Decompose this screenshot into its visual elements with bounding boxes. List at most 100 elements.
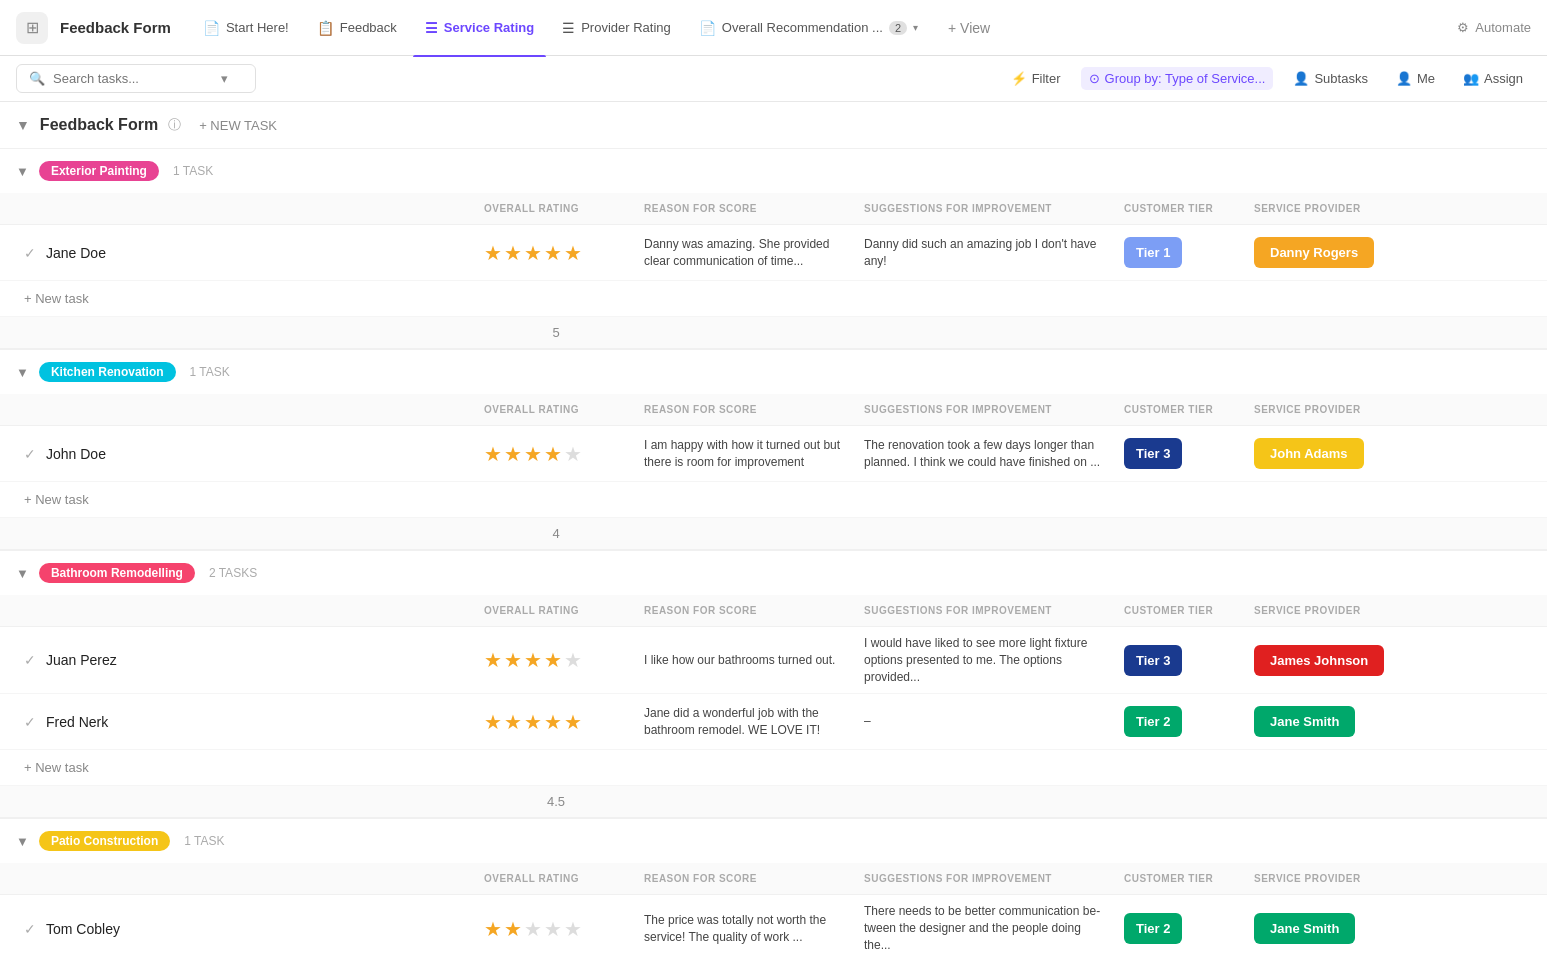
group-toggle-patio-construction-icon[interactable]: ▼ [16, 834, 29, 849]
group-toggle-kitchen-renovation-icon[interactable]: ▼ [16, 365, 29, 380]
col-service-provider-patio-construction: SERVICE PROVIDER [1246, 867, 1426, 890]
col-name-patio-construction [16, 867, 476, 890]
task-tier-badge-0-0: Tier 1 [1124, 237, 1182, 268]
task-tier-badge-2-1: Tier 2 [1124, 706, 1182, 737]
star-3: ★ [524, 917, 542, 941]
task-check-icon-0-0[interactable]: ✓ [24, 245, 36, 261]
subtotal-row-bathroom-remodelling: 4.5 [0, 786, 1547, 818]
subtasks-button[interactable]: 👤 Subtasks [1285, 67, 1375, 90]
tab-feedback[interactable]: 📋 Feedback [305, 8, 409, 48]
tab-more-chevron-icon[interactable]: ▾ [913, 22, 918, 33]
new-task-button[interactable]: + NEW TASK [199, 118, 277, 133]
me-button[interactable]: 👤 Me [1388, 67, 1443, 90]
search-box[interactable]: 🔍 ▾ [16, 64, 256, 93]
group-patio-construction: ▼ Patio Construction 1 TASK OVERALL RATI… [0, 819, 1547, 954]
search-chevron-icon[interactable]: ▾ [221, 71, 228, 86]
tab-start-here[interactable]: 📄 Start Here! [191, 8, 301, 48]
star-3: ★ [524, 648, 542, 672]
group-by-button[interactable]: ⊙ Group by: Type of Service... [1081, 67, 1274, 90]
col-suggestions-exterior-painting: SUGGESTIONS FOR IMPROVEMENT [856, 197, 1116, 220]
star-4: ★ [544, 710, 562, 734]
new-task-row-exterior-painting[interactable]: + New task [0, 281, 1547, 317]
tab-feedback-icon: 📋 [317, 20, 334, 36]
table-row: ✓ John Doe ★★★★★ I am happy with how it … [0, 426, 1547, 482]
table-row: ✓ Tom Cobley ★★★★★ The price was totally… [0, 895, 1547, 954]
tab-service-rating-icon: ☰ [425, 20, 438, 36]
star-1: ★ [484, 710, 502, 734]
tab-service-rating-label: Service Rating [444, 20, 534, 35]
project-header: ▼ Feedback Form ⓘ + NEW TASK [0, 102, 1547, 149]
task-tier-cell-3-0: Tier 2 [1116, 909, 1246, 948]
col-name-kitchen-renovation [16, 398, 476, 421]
app-icon-symbol: ⊞ [26, 18, 39, 37]
task-name-cell-2-1: ✓ Fred Nerk [16, 704, 476, 740]
project-info-icon[interactable]: ⓘ [168, 116, 181, 134]
filter-button[interactable]: ⚡ Filter [1003, 67, 1069, 90]
task-check-icon-3-0[interactable]: ✓ [24, 921, 36, 937]
star-3: ★ [524, 710, 542, 734]
subtotal-empty-bathroom-remodelling [16, 786, 476, 817]
group-toggle-exterior-painting-icon[interactable]: ▼ [16, 164, 29, 179]
filter-icon: ⚡ [1011, 71, 1027, 86]
col-customer-tier-kitchen-renovation: CUSTOMER TIER [1116, 398, 1246, 421]
tab-provider-rating[interactable]: ☰ Provider Rating [550, 8, 683, 48]
task-check-icon-2-0[interactable]: ✓ [24, 652, 36, 668]
task-provider-cell-2-1: Jane Smith [1246, 702, 1426, 741]
star-4: ★ [544, 917, 562, 941]
task-tier-cell-0-0: Tier 1 [1116, 233, 1246, 272]
tab-service-rating[interactable]: ☰ Service Rating [413, 8, 546, 48]
project-title: Feedback Form [40, 116, 158, 134]
tab-bar: ⊞ Feedback Form 📄 Start Here! 📋 Feedback… [0, 0, 1547, 56]
add-view-button[interactable]: + View [938, 14, 1000, 42]
col-service-provider-bathroom-remodelling: SERVICE PROVIDER [1246, 599, 1426, 622]
assign-button[interactable]: 👥 Assign [1455, 67, 1531, 90]
new-task-row-bathroom-remodelling[interactable]: + New task [0, 750, 1547, 786]
task-provider-badge-3-0: Jane Smith [1254, 913, 1355, 944]
search-input[interactable] [53, 71, 213, 86]
star-2: ★ [504, 648, 522, 672]
task-stars-3-0: ★★★★★ [476, 909, 636, 949]
task-tier-cell-2-1: Tier 2 [1116, 702, 1246, 741]
new-task-row-kitchen-renovation[interactable]: + New task [0, 482, 1547, 518]
task-provider-cell-3-0: Jane Smith [1246, 909, 1426, 948]
task-tier-badge-3-0: Tier 2 [1124, 913, 1182, 944]
subtasks-icon: 👤 [1293, 71, 1309, 86]
star-1: ★ [484, 241, 502, 265]
task-tier-cell-2-0: Tier 3 [1116, 641, 1246, 680]
table-row: ✓ Juan Perez ★★★★★ I like how our bathro… [0, 627, 1547, 694]
tab-overall-recommendation[interactable]: 📄 Overall Recommendation ... 2 ▾ [687, 8, 930, 48]
table-row: ✓ Fred Nerk ★★★★★ Jane did a wonderful j… [0, 694, 1547, 750]
task-check-icon-2-1[interactable]: ✓ [24, 714, 36, 730]
automate-button[interactable]: ⚙ Automate [1457, 20, 1531, 35]
col-reason-kitchen-renovation: REASON FOR SCORE [636, 398, 856, 421]
star-5: ★ [564, 241, 582, 265]
tab-overall-recommendation-label: Overall Recommendation ... [722, 20, 883, 35]
col-customer-tier-patio-construction: CUSTOMER TIER [1116, 867, 1246, 890]
task-check-icon-1-0[interactable]: ✓ [24, 446, 36, 462]
star-5: ★ [564, 442, 582, 466]
star-3: ★ [524, 442, 542, 466]
group-header-kitchen-renovation: ▼ Kitchen Renovation 1 TASK [0, 350, 1547, 394]
tab-start-here-label: Start Here! [226, 20, 289, 35]
project-toggle-icon[interactable]: ▼ [16, 117, 30, 133]
group-label-kitchen-renovation: Kitchen Renovation [39, 362, 176, 382]
task-name-3-0: Tom Cobley [46, 921, 120, 937]
filter-label: Filter [1032, 71, 1061, 86]
task-provider-badge-0-0: Danny Rogers [1254, 237, 1374, 268]
star-rating: ★★★★★ [476, 434, 636, 474]
tab-provider-rating-icon: ☰ [562, 20, 575, 36]
group-count-exterior-painting: 1 TASK [173, 164, 213, 178]
group-toggle-bathroom-remodelling-icon[interactable]: ▼ [16, 566, 29, 581]
task-stars-2-1: ★★★★★ [476, 702, 636, 742]
col-customer-tier-exterior-painting: CUSTOMER TIER [1116, 197, 1246, 220]
group-header-exterior-painting: ▼ Exterior Painting 1 TASK [0, 149, 1547, 193]
task-provider-badge-2-0: James Johnson [1254, 645, 1384, 676]
col-reason-exterior-painting: REASON FOR SCORE [636, 197, 856, 220]
star-rating: ★★★★★ [476, 909, 636, 949]
star-5: ★ [564, 917, 582, 941]
automate-icon: ⚙ [1457, 20, 1469, 35]
assign-label: Assign [1484, 71, 1523, 86]
col-name-bathroom-remodelling [16, 599, 476, 622]
col-headers-kitchen-renovation: OVERALL RATING REASON FOR SCORE SUGGESTI… [0, 394, 1547, 426]
subtotal-row-exterior-painting: 5 [0, 317, 1547, 349]
